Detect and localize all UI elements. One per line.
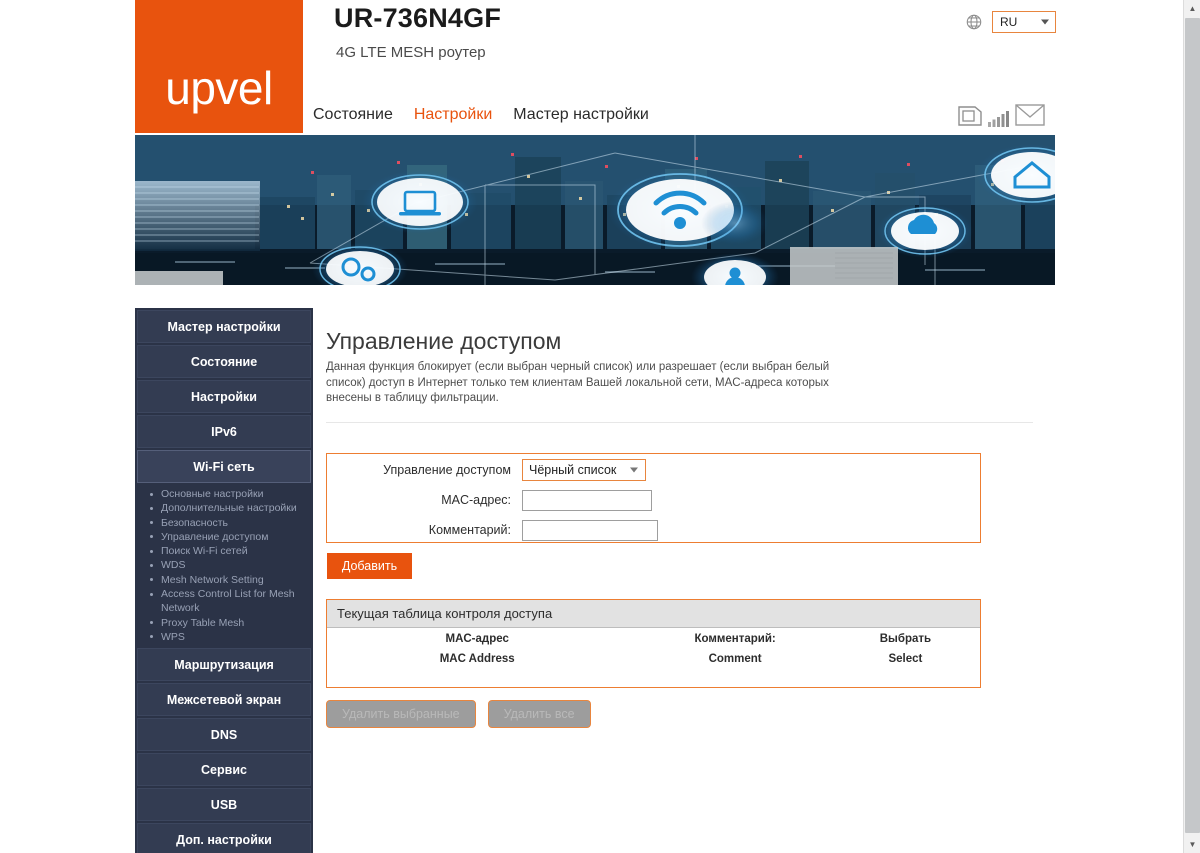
submenu-item-mesh-network-setting[interactable]: Mesh Network Setting bbox=[149, 573, 313, 587]
table-subheader-mac: MAC Address bbox=[439, 653, 515, 665]
sidebar-item-extra[interactable]: Доп. настройки bbox=[137, 823, 311, 853]
envelope-icon bbox=[1015, 103, 1045, 132]
table-subheader-select: Select bbox=[888, 653, 923, 665]
page-title: UR-736N4GF bbox=[334, 3, 502, 33]
table-header-comment: Комментарий: bbox=[694, 633, 776, 645]
content-description: Данная функция блокирует (если выбран че… bbox=[326, 361, 830, 404]
main-nav: Состояние Настройки Мастер настройки bbox=[313, 106, 649, 124]
table-header-row: MAC-адрес Комментарий: Выбрать bbox=[327, 628, 980, 647]
scrollbar-thumb[interactable] bbox=[1185, 18, 1200, 833]
submenu-item-site-survey[interactable]: Поиск Wi-Fi сетей bbox=[149, 544, 313, 558]
sidebar-item-wizard[interactable]: Мастер настройки bbox=[137, 310, 311, 343]
scroll-down-icon[interactable]: ▼ bbox=[1184, 836, 1200, 853]
comment-label: Комментарий: bbox=[428, 523, 511, 537]
table-header-select: Выбрать bbox=[879, 633, 932, 645]
model-subtitle: 4G LTE MESH роутер bbox=[336, 44, 486, 61]
add-button[interactable]: Добавить bbox=[327, 553, 412, 579]
submenu-item-basic-settings[interactable]: Основные настройки bbox=[149, 487, 313, 501]
form-row-comment: Комментарий: bbox=[327, 516, 980, 544]
chevron-down-icon bbox=[630, 467, 638, 473]
form-row-mac: MAC-адрес: bbox=[327, 486, 980, 514]
submenu-item-proxy-table-mesh[interactable]: Proxy Table Mesh bbox=[149, 616, 313, 630]
sidebar-item-status[interactable]: Состояние bbox=[137, 345, 311, 378]
banner-node-shield bbox=[701, 201, 769, 245]
sidebar-submenu-wifi: Основные настройки Дополнительные настро… bbox=[135, 487, 313, 645]
submenu-item-security[interactable]: Безопасность bbox=[149, 516, 313, 530]
nav-item-settings[interactable]: Настройки bbox=[414, 106, 492, 124]
submenu-item-access-control[interactable]: Управление доступом bbox=[149, 530, 313, 544]
table-actions: Удалить выбранные Удалить все bbox=[326, 700, 591, 728]
submenu-item-wps[interactable]: WPS bbox=[149, 630, 313, 644]
chevron-down-icon bbox=[1041, 19, 1049, 25]
sidebar-nav: Мастер настройки Состояние Настройки IPv… bbox=[135, 308, 313, 853]
comment-input[interactable] bbox=[522, 519, 658, 541]
signal-bars-icon bbox=[987, 109, 1011, 132]
brand-logo[interactable]: upvel bbox=[135, 0, 303, 133]
section-divider bbox=[326, 422, 1033, 423]
access-control-table-panel: Текущая таблица контроля доступа MAC-адр… bbox=[326, 599, 981, 688]
main-content: Управление доступом Данная функция блоки… bbox=[313, 308, 1043, 853]
submenu-item-wds[interactable]: WDS bbox=[149, 558, 313, 572]
mac-address-label: MAC-адрес: bbox=[441, 493, 511, 507]
table-subheader-comment: Comment bbox=[708, 653, 762, 665]
sim-card-icon bbox=[957, 105, 983, 132]
content-title: Управление доступом bbox=[326, 328, 562, 354]
router-admin-page: upvel UR-736N4GF 4G LTE MESH роутер Сост… bbox=[0, 0, 1200, 853]
access-control-select-value: Чёрный список bbox=[529, 463, 617, 477]
sidebar-item-service[interactable]: Сервис bbox=[137, 753, 311, 787]
language-select[interactable]: RU bbox=[992, 11, 1056, 33]
sidebar-item-wifi[interactable]: Wi-Fi сеть bbox=[137, 450, 311, 483]
nav-item-wizard[interactable]: Мастер настройки bbox=[513, 106, 649, 124]
delete-selected-button[interactable]: Удалить выбранные bbox=[326, 700, 476, 728]
access-control-label: Управление доступом bbox=[383, 463, 511, 477]
sidebar-item-routing[interactable]: Маршрутизация bbox=[137, 648, 311, 682]
submenu-item-mesh-acl[interactable]: Access Control List for Mesh Network bbox=[149, 587, 313, 616]
form-row-access-control: Управление доступом Чёрный список bbox=[327, 456, 980, 484]
access-control-table: MAC-адрес Комментарий: Выбрать MAC Addre… bbox=[327, 628, 980, 667]
mac-address-input[interactable] bbox=[522, 489, 652, 511]
table-caption: Текущая таблица контроля доступа bbox=[327, 600, 980, 628]
sidebar-item-ipv6[interactable]: IPv6 bbox=[137, 415, 311, 448]
sidebar-item-dns[interactable]: DNS bbox=[137, 718, 311, 752]
banner-node-laptop bbox=[362, 170, 478, 234]
sidebar-item-firewall[interactable]: Межсетевой экран bbox=[137, 683, 311, 717]
language-switcher: RU bbox=[965, 11, 1056, 33]
language-select-value: RU bbox=[1000, 15, 1018, 29]
submenu-item-advanced-settings[interactable]: Дополнительные настройки bbox=[149, 501, 313, 515]
scroll-up-icon[interactable]: ▲ bbox=[1184, 0, 1200, 17]
access-control-form: Управление доступом Чёрный список MAC-ад… bbox=[326, 453, 981, 543]
nav-item-status[interactable]: Состояние bbox=[313, 106, 393, 124]
sidebar-item-usb[interactable]: USB bbox=[137, 788, 311, 822]
delete-all-button[interactable]: Удалить все bbox=[487, 700, 591, 728]
banner-illustration bbox=[135, 135, 1055, 285]
status-icon-group bbox=[957, 103, 1045, 132]
hero-banner bbox=[135, 135, 1055, 285]
access-control-select[interactable]: Чёрный список bbox=[522, 459, 646, 481]
globe-icon bbox=[965, 13, 983, 31]
page-header: upvel UR-736N4GF 4G LTE MESH роутер Сост… bbox=[0, 0, 1183, 135]
table-header-mac: MAC-адрес bbox=[445, 633, 509, 645]
page-scrollbar[interactable]: ▲ ▼ bbox=[1183, 0, 1200, 853]
logo-text: upvel bbox=[165, 62, 273, 114]
sidebar-item-settings[interactable]: Настройки bbox=[137, 380, 311, 413]
table-subheader-row: MAC Address Comment Select bbox=[327, 647, 980, 667]
